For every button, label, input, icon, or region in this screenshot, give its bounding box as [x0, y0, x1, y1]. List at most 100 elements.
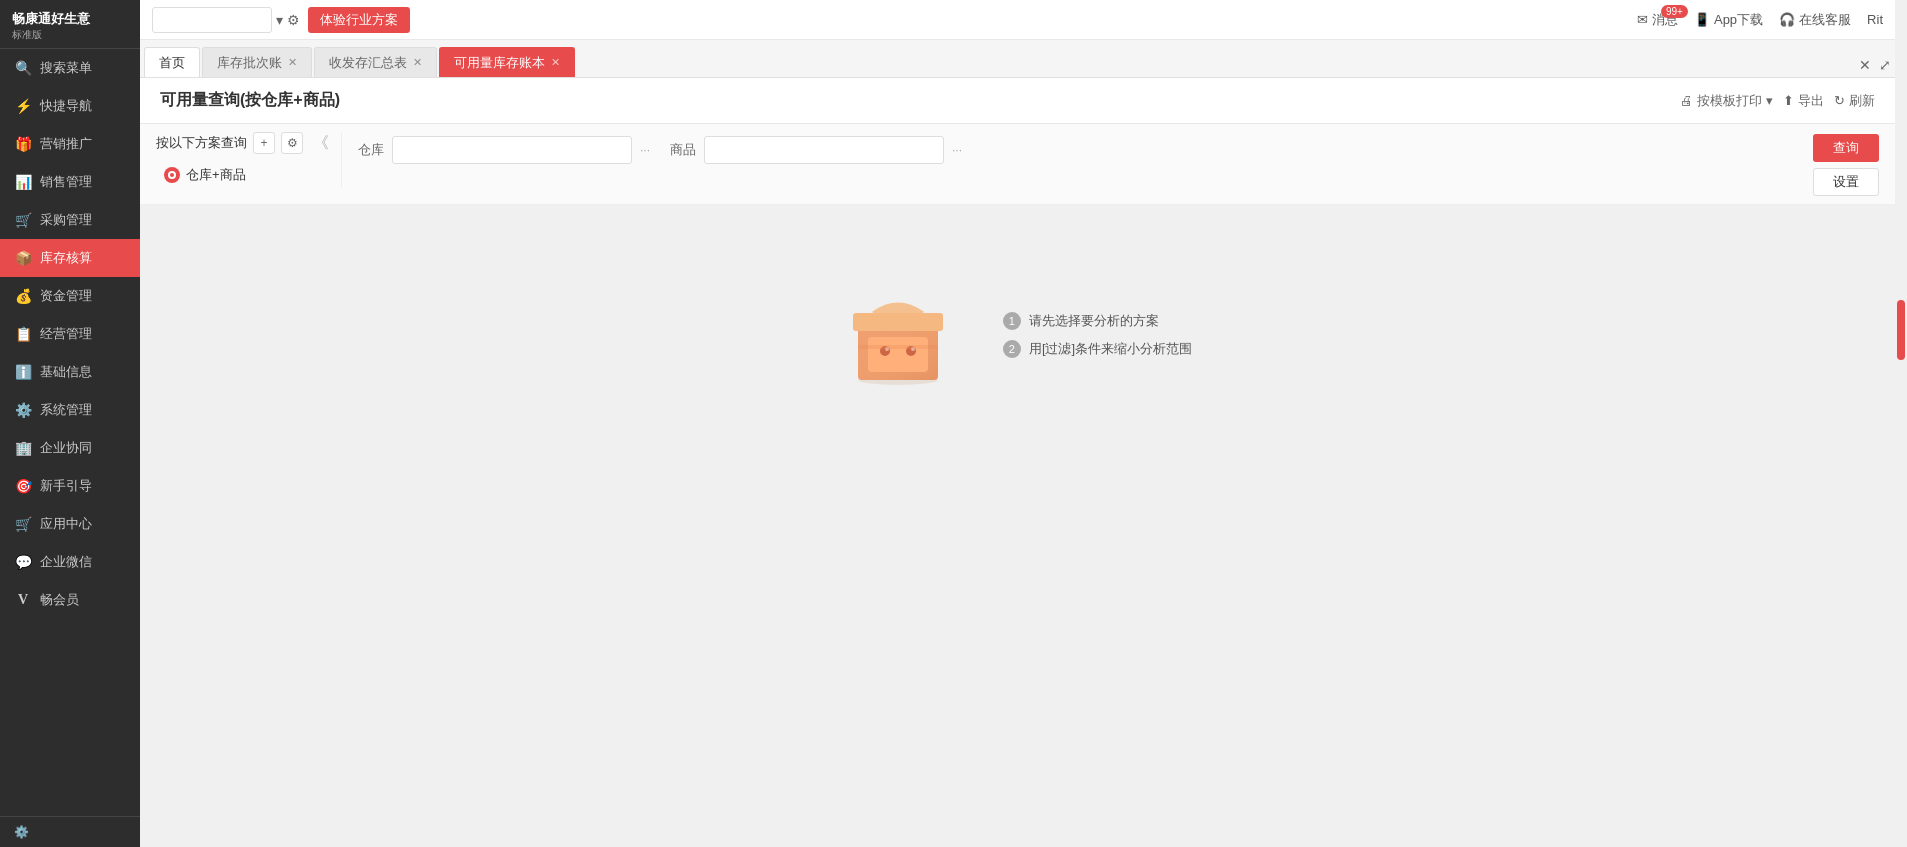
- tab-batch-ledger-close[interactable]: ✕: [288, 56, 297, 69]
- scheme-label: 按以下方案查询: [156, 134, 247, 152]
- sidebar-label-marketing: 营销推广: [40, 135, 92, 153]
- sidebar-item-basic[interactable]: ℹ️ 基础信息: [0, 353, 140, 391]
- gear-settings-icon[interactable]: ⚙: [287, 12, 300, 28]
- trial-button[interactable]: 体验行业方案: [308, 7, 410, 33]
- sidebar-header: 畅康通好生意 标准版: [0, 0, 140, 49]
- goods-input[interactable]: [704, 136, 944, 164]
- query-button[interactable]: 查询: [1813, 134, 1879, 162]
- gift-icon: 🎁: [14, 135, 32, 153]
- vip-icon: V: [14, 591, 32, 609]
- message-button[interactable]: ✉ 消息 99+: [1637, 11, 1678, 29]
- settings-button[interactable]: 设置: [1813, 168, 1879, 196]
- refresh-button[interactable]: ↻ 刷新: [1834, 92, 1875, 110]
- box-illustration: [843, 285, 963, 385]
- tab-available-ledger[interactable]: 可用量库存账本 ✕: [439, 47, 575, 77]
- sidebar-item-marketing[interactable]: 🎁 营销推广: [0, 125, 140, 163]
- sidebar-item-enterprise[interactable]: 🏢 企业协同: [0, 429, 140, 467]
- query-buttons: 查询 设置: [1797, 132, 1879, 196]
- info-icon: ℹ️: [14, 363, 32, 381]
- collapse-button[interactable]: 《: [313, 133, 329, 154]
- sidebar-label-basic: 基础信息: [40, 363, 92, 381]
- page-header: 可用量查询(按仓库+商品) 🖨 按模板打印 ▾ ⬆ 导出 ↻ 刷新: [140, 78, 1895, 124]
- service-label: 在线客服: [1799, 11, 1851, 29]
- close-tab-button[interactable]: ✕: [1859, 57, 1871, 73]
- sidebar-label-sales: 销售管理: [40, 173, 92, 191]
- message-badge: 99+: [1661, 5, 1688, 18]
- app-download-button[interactable]: 📱 App下载: [1694, 11, 1763, 29]
- goods-label: 商品: [670, 141, 696, 159]
- sidebar-label-member: 畅会员: [40, 591, 79, 609]
- export-button[interactable]: ⬆ 导出: [1783, 92, 1824, 110]
- sidebar-item-wechat[interactable]: 💬 企业微信: [0, 543, 140, 581]
- tab-receipt-summary-close[interactable]: ✕: [413, 56, 422, 69]
- sidebar-label-finance: 资金管理: [40, 287, 92, 305]
- top-bar-right: ✉ 消息 99+ 📱 App下载 🎧 在线客服 Rit: [1637, 11, 1883, 29]
- sidebar-item-member[interactable]: V 畅会员: [0, 581, 140, 619]
- sidebar-bottom[interactable]: ⚙️: [0, 816, 140, 847]
- sidebar-item-purchase[interactable]: 🛒 采购管理: [0, 201, 140, 239]
- tip-text-1: 请先选择要分析的方案: [1029, 312, 1159, 330]
- headset-icon: 🎧: [1779, 12, 1795, 27]
- sidebar-item-appstore[interactable]: 🛒 应用中心: [0, 505, 140, 543]
- sidebar-label-purchase: 采购管理: [40, 211, 92, 229]
- scheme-settings-button[interactable]: ⚙: [281, 132, 303, 154]
- query-fields: 仓库 ··· 商品 ···: [358, 132, 1797, 164]
- tab-receipt-summary[interactable]: 收发存汇总表 ✕: [314, 47, 437, 77]
- sidebar-item-operations[interactable]: 📋 经营管理: [0, 315, 140, 353]
- sidebar-item-finance[interactable]: 💰 资金管理: [0, 277, 140, 315]
- page-actions: 🖨 按模板打印 ▾ ⬆ 导出 ↻ 刷新: [1680, 92, 1875, 110]
- target-icon: 🎯: [14, 477, 32, 495]
- warehouse-label: 仓库: [358, 141, 384, 159]
- sidebar-label-enterprise: 企业协同: [40, 439, 92, 457]
- tab-available-ledger-close[interactable]: ✕: [551, 56, 560, 69]
- print-button[interactable]: 🖨 按模板打印 ▾: [1680, 92, 1773, 110]
- print-icon: 🖨: [1680, 93, 1693, 108]
- sidebar-label-operations: 经营管理: [40, 325, 92, 343]
- sidebar-item-search[interactable]: 🔍 搜索菜单: [0, 49, 140, 87]
- tabs-controls: ✕ ⤢: [1859, 57, 1891, 77]
- money-icon: 💰: [14, 287, 32, 305]
- top-search-input[interactable]: [152, 7, 272, 33]
- box-icon: 📦: [14, 249, 32, 267]
- expand-tab-button[interactable]: ⤢: [1879, 57, 1891, 73]
- tab-home[interactable]: 首页: [144, 47, 200, 77]
- goods-more[interactable]: ···: [952, 143, 962, 157]
- warehouse-input[interactable]: [392, 136, 632, 164]
- top-bar: ▾ ⚙ 体验行业方案 ✉ 消息 99+ 📱 App下载 🎧 在线客服: [140, 0, 1895, 40]
- sidebar-item-inventory[interactable]: 📦 库存核算: [0, 239, 140, 277]
- scheme-icon: [164, 167, 180, 183]
- export-label: 导出: [1798, 92, 1824, 110]
- gear-icon: ⚙️: [14, 401, 32, 419]
- warehouse-field: 仓库 ···: [358, 136, 650, 164]
- page-title: 可用量查询(按仓库+商品): [160, 90, 340, 111]
- export-icon: ⬆: [1783, 93, 1794, 108]
- right-panel: [1895, 0, 1907, 847]
- refresh-icon: ↻: [1834, 93, 1845, 108]
- sidebar-label-appstore: 应用中心: [40, 515, 92, 533]
- user-menu[interactable]: Rit: [1867, 12, 1883, 27]
- add-scheme-button[interactable]: +: [253, 132, 275, 154]
- sidebar-item-quicknav[interactable]: ⚡ 快捷导航: [0, 87, 140, 125]
- svg-rect-11: [858, 345, 938, 349]
- tab-batch-ledger[interactable]: 库存批次账 ✕: [202, 47, 312, 77]
- sidebar-item-system[interactable]: ⚙️ 系统管理: [0, 391, 140, 429]
- tip-num-1: 1: [1003, 312, 1021, 330]
- tab-available-ledger-label: 可用量库存账本: [454, 54, 545, 72]
- refresh-label: 刷新: [1849, 92, 1875, 110]
- service-button[interactable]: 🎧 在线客服: [1779, 11, 1851, 29]
- scheme-item-label: 仓库+商品: [186, 166, 246, 184]
- scrollbar-thumb[interactable]: [1897, 300, 1905, 360]
- goods-field: 商品 ···: [670, 136, 962, 164]
- clipboard-icon: 📋: [14, 325, 32, 343]
- tip-num-2: 2: [1003, 340, 1021, 358]
- print-label: 按模板打印: [1697, 92, 1762, 110]
- warehouse-more[interactable]: ···: [640, 143, 650, 157]
- sidebar-label-search: 搜索菜单: [40, 59, 92, 77]
- building-icon: 🏢: [14, 439, 32, 457]
- scheme-warehouse-goods[interactable]: 仓库+商品: [156, 162, 329, 188]
- phone-icon: 📱: [1694, 12, 1710, 27]
- search-settings-icon[interactable]: ▾: [276, 12, 283, 28]
- tab-home-label: 首页: [159, 54, 185, 72]
- sidebar-item-newuser[interactable]: 🎯 新手引导: [0, 467, 140, 505]
- sidebar-item-sales[interactable]: 📊 销售管理: [0, 163, 140, 201]
